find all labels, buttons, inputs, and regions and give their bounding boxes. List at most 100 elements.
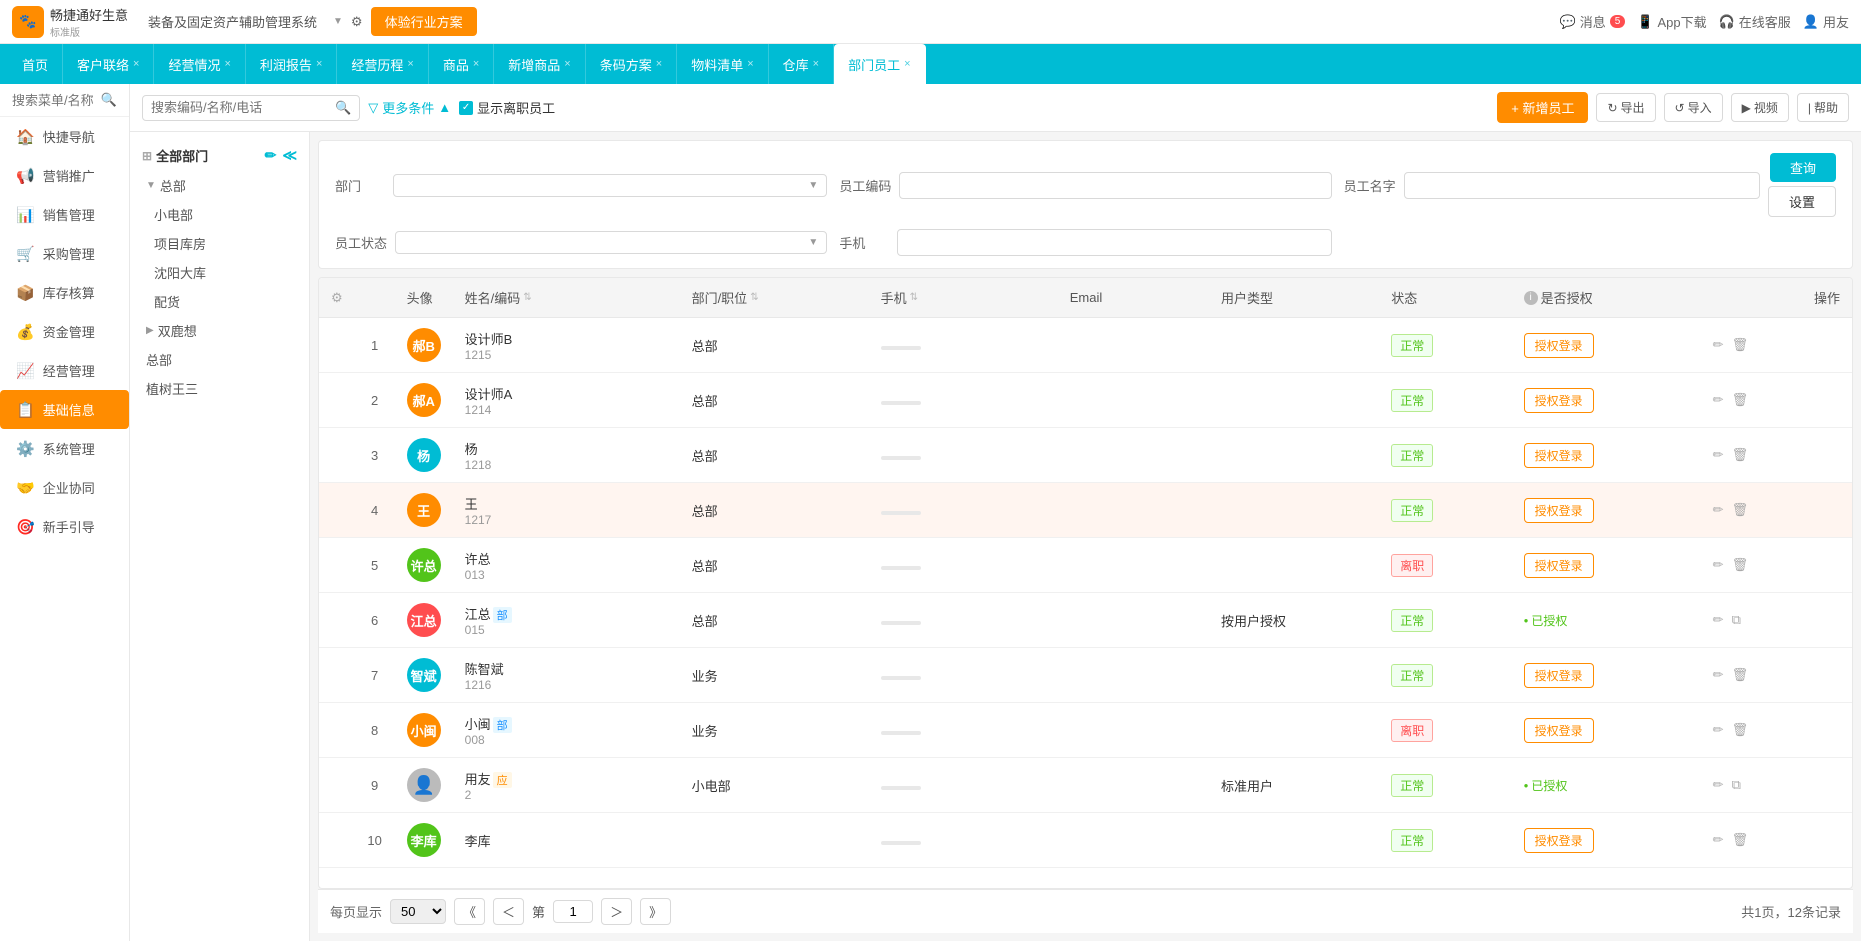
collapse-icon[interactable]: ≪: [282, 147, 297, 164]
tab-warehouse[interactable]: 仓库×: [769, 44, 834, 84]
settings-icon[interactable]: ⚙: [351, 14, 363, 30]
show-resigned-toggle[interactable]: ✓ 显示离职员工: [459, 98, 555, 117]
sidebar-item-collab[interactable]: 🤝企业协同: [0, 468, 129, 507]
delete-icon[interactable]: 🗑: [1732, 337, 1749, 353]
sidebar-item-sales[interactable]: 📊销售管理: [0, 195, 129, 234]
sidebar-item-marketing[interactable]: 📢营销推广: [0, 156, 129, 195]
close-icon[interactable]: ×: [133, 58, 139, 70]
message-action[interactable]: 💬 消息 5: [1560, 12, 1626, 31]
sidebar-item-basic[interactable]: 📋基础信息: [0, 390, 129, 429]
edit-icon[interactable]: ✏: [1713, 392, 1724, 408]
dept-tree-item-shuang[interactable]: ▶ 双鹿想: [130, 316, 309, 345]
delete-icon[interactable]: 🗑: [1732, 502, 1749, 518]
import-btn[interactable]: ↺ 导入: [1664, 93, 1723, 122]
delete-icon[interactable]: 🗑: [1732, 447, 1749, 463]
edit-icon[interactable]: ✏: [1713, 722, 1724, 738]
info-icon[interactable]: i: [1524, 291, 1538, 305]
empcode-filter-input[interactable]: [899, 172, 1331, 199]
close-icon[interactable]: ×: [813, 58, 819, 70]
auth-btn[interactable]: 授权登录: [1524, 553, 1594, 578]
sidebar-item-system[interactable]: ⚙️系统管理: [0, 429, 129, 468]
auth-btn[interactable]: 授权登录: [1524, 443, 1594, 468]
dept-tree-item-shenyang[interactable]: 沈阳大库: [130, 258, 309, 287]
prev-page-btn[interactable]: ＜: [493, 898, 524, 925]
auth-btn[interactable]: 授权登录: [1524, 663, 1594, 688]
status-filter-select[interactable]: ▼: [395, 231, 827, 254]
dept-filter-select[interactable]: ▼: [393, 174, 827, 197]
view-btn[interactable]: ▶ 视频: [1731, 93, 1789, 122]
close-icon[interactable]: ×: [564, 58, 570, 70]
page-num-input[interactable]: [553, 900, 593, 923]
filter-more-btn[interactable]: ▽ 更多条件 ▲: [368, 98, 451, 117]
help-btn[interactable]: | 帮助: [1797, 93, 1849, 122]
sort-icon[interactable]: ⇅: [910, 292, 918, 303]
auth-btn[interactable]: 授权登录: [1524, 828, 1594, 853]
delete-icon[interactable]: 🗑: [1732, 392, 1749, 408]
tab-business[interactable]: 经营情况×: [154, 44, 245, 84]
app-download-action[interactable]: 📱 App下载: [1637, 12, 1706, 31]
online-service-action[interactable]: 🎧 在线客服: [1719, 12, 1791, 31]
copy-icon[interactable]: ⧉: [1732, 777, 1741, 793]
export-btn[interactable]: ↻ 导出: [1596, 93, 1655, 122]
col-settings[interactable]: ⚙: [319, 278, 355, 318]
experience-btn[interactable]: 体验行业方案: [371, 7, 477, 36]
close-icon[interactable]: ×: [407, 58, 413, 70]
tab-dept-staff[interactable]: 部门员工×: [834, 44, 925, 84]
delete-icon[interactable]: 🗑: [1732, 667, 1749, 683]
next-page-btn[interactable]: ＞: [601, 898, 632, 925]
sidebar-item-purchase[interactable]: 🛒采购管理: [0, 234, 129, 273]
col-phone-header[interactable]: 手机 ⇅: [869, 278, 1058, 318]
copy-icon[interactable]: ⧉: [1732, 612, 1741, 628]
tab-home[interactable]: 首页: [8, 44, 63, 84]
tab-barcode[interactable]: 条码方案×: [586, 44, 677, 84]
edit-icon[interactable]: ✏: [1713, 557, 1724, 573]
dept-tree-item-xiangmu[interactable]: 项目库房: [130, 229, 309, 258]
auth-btn[interactable]: 授权登录: [1524, 718, 1594, 743]
col-name-header[interactable]: 姓名/编码 ⇅: [453, 278, 680, 318]
sidebar-item-finance[interactable]: 💰资金管理: [0, 312, 129, 351]
system-title-dropdown[interactable]: ▼: [333, 16, 343, 27]
tab-customer[interactable]: 客户联络×: [63, 44, 154, 84]
dept-tree-item-zongbu[interactable]: ▼ 总部: [130, 171, 309, 200]
per-page-select[interactable]: 50 20 100: [390, 899, 446, 924]
query-btn[interactable]: 查询: [1770, 153, 1836, 182]
sort-icon[interactable]: ⇅: [750, 292, 758, 303]
tab-history[interactable]: 经营历程×: [337, 44, 428, 84]
auth-btn[interactable]: 授权登录: [1524, 333, 1594, 358]
tab-new-goods[interactable]: 新增商品×: [494, 44, 585, 84]
edit-icon[interactable]: ✏: [1713, 612, 1724, 628]
edit-icon[interactable]: ✏: [1713, 337, 1724, 353]
col-dept-header[interactable]: 部门/职位 ⇅: [680, 278, 869, 318]
sidebar-item-inventory[interactable]: 📦库存核算: [0, 273, 129, 312]
set-btn[interactable]: 设置: [1768, 186, 1836, 217]
search-input[interactable]: [151, 100, 331, 115]
edit-icon[interactable]: ✏: [1713, 502, 1724, 518]
close-icon[interactable]: ×: [747, 58, 753, 70]
edit-icon[interactable]: ✏: [1713, 667, 1724, 683]
delete-icon[interactable]: 🗑: [1732, 832, 1749, 848]
close-icon[interactable]: ×: [224, 58, 230, 70]
close-icon[interactable]: ×: [316, 58, 322, 70]
edit-icon[interactable]: ✏: [1713, 447, 1724, 463]
edit-icon[interactable]: ✏: [1713, 777, 1724, 793]
last-page-btn[interactable]: 》: [640, 898, 671, 925]
tab-bom[interactable]: 物料清单×: [677, 44, 768, 84]
auth-btn[interactable]: 授权登录: [1524, 388, 1594, 413]
sidebar-item-operations[interactable]: 📈经营管理: [0, 351, 129, 390]
edit-icon[interactable]: ✏: [1713, 832, 1724, 848]
close-icon[interactable]: ×: [904, 58, 910, 70]
sidebar-item-guide[interactable]: 🎯新手引导: [0, 507, 129, 546]
tab-goods[interactable]: 商品×: [429, 44, 494, 84]
close-icon[interactable]: ×: [473, 58, 479, 70]
sidebar-item-nav[interactable]: 🏠快捷导航: [0, 117, 129, 156]
dept-tree-item-zhishu[interactable]: 植树王三: [130, 374, 309, 403]
delete-icon[interactable]: 🗑: [1732, 557, 1749, 573]
first-page-btn[interactable]: 《: [454, 898, 485, 925]
dept-tree-item-peihuo[interactable]: 配货: [130, 287, 309, 316]
add-employee-btn[interactable]: + 新增员工: [1497, 92, 1588, 123]
edit-dept-icon[interactable]: ✏: [265, 147, 277, 164]
dept-tree-item-xiaodian[interactable]: 小电部: [130, 200, 309, 229]
tab-profit[interactable]: 利润报告×: [246, 44, 337, 84]
user-action[interactable]: 👤 用友: [1803, 12, 1849, 31]
delete-icon[interactable]: 🗑: [1732, 722, 1749, 738]
